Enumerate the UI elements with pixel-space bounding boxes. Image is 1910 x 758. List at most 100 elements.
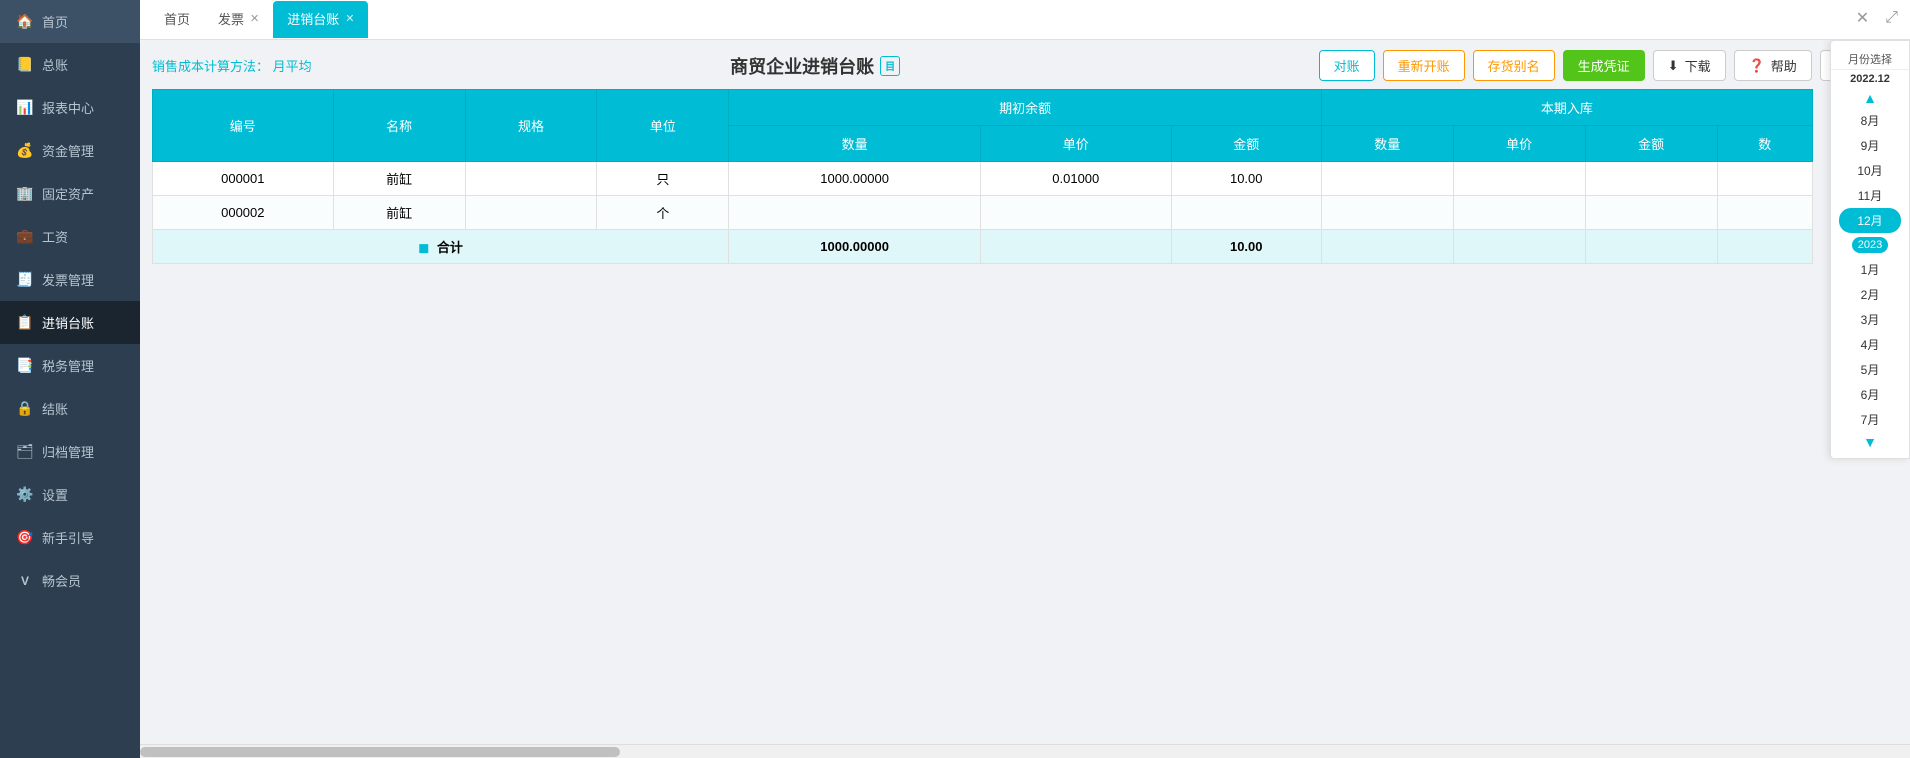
reports-icon: 📊 bbox=[16, 99, 34, 117]
cell-in-qty bbox=[1321, 196, 1453, 230]
cell-init-qty bbox=[729, 196, 981, 230]
col-header-name: 名称 bbox=[333, 90, 465, 162]
cell-unit: 个 bbox=[597, 196, 729, 230]
toolbar-right: 对账 重新开账 存货别名 生成凭证 ⬇ 下载 ❓ 帮助 bbox=[1319, 50, 1898, 81]
reopen-button[interactable]: 重新开账 bbox=[1383, 50, 1465, 81]
sidebar-item-member[interactable]: V 畅会员 bbox=[0, 559, 140, 602]
month-panel-year: 2022.12 bbox=[1831, 70, 1909, 88]
sidebar-item-guide[interactable]: 🎯 新手引导 bbox=[0, 516, 140, 559]
month-panel-title: 月份选择 bbox=[1831, 47, 1909, 70]
cell-id: 000002 bbox=[153, 196, 334, 230]
page-info-icon[interactable]: 目 bbox=[880, 56, 900, 76]
data-table: 编号 名称 规格 单位 期初余额 本期入库 数量 单价 金额 数量 单价 金额 bbox=[152, 89, 1813, 264]
col-header-in-amount: 金额 bbox=[1585, 126, 1717, 162]
month-item-7[interactable]: 7月 bbox=[1831, 407, 1909, 432]
help-button[interactable]: ❓ 帮助 bbox=[1734, 50, 1812, 81]
sidebar-item-assets[interactable]: 🏢 固定资产 bbox=[0, 172, 140, 215]
col-header-in-extra: 数 bbox=[1717, 126, 1812, 162]
tab-purchase-sales-close[interactable]: ✕ bbox=[345, 12, 354, 25]
scrollbar-thumb[interactable] bbox=[140, 747, 620, 757]
tab-invoice-close[interactable]: ✕ bbox=[250, 12, 259, 25]
window-controls: ✕ ⤢ bbox=[1852, 8, 1902, 28]
sidebar-item-archive[interactable]: 🗂 归档管理 bbox=[0, 430, 140, 473]
sidebar: 🏠 首页 📒 总账 📊 报表中心 💰 资金管理 🏢 固定资产 💼 工资 🧾 发票… bbox=[0, 0, 140, 758]
month-scroll-down[interactable]: ▼ bbox=[1831, 432, 1909, 452]
total-init-qty: 1000.00000 bbox=[729, 230, 981, 264]
table-container: 编号 名称 规格 单位 期初余额 本期入库 数量 单价 金额 数量 单价 金额 bbox=[152, 89, 1898, 264]
col-header-init-price: 单价 bbox=[980, 126, 1171, 162]
title-bar: 销售成本计算方法： 月平均 商贸企业进销台账 目 对账 重新开账 存货别名 生成… bbox=[152, 50, 1898, 81]
col-header-period-initial: 期初余额 bbox=[729, 90, 1322, 126]
sidebar-item-invoice-mgmt[interactable]: 🧾 发票管理 bbox=[0, 258, 140, 301]
cell-in-amount bbox=[1585, 162, 1717, 196]
total-init-price bbox=[980, 230, 1171, 264]
maximize-button[interactable]: ⤢ bbox=[1881, 9, 1902, 27]
month-item-11[interactable]: 11月 bbox=[1831, 183, 1909, 208]
salary-icon: 💼 bbox=[16, 228, 34, 246]
save-alias-button[interactable]: 存货别名 bbox=[1473, 50, 1555, 81]
month-panel: 月份选择 2022.12 ▲ 8月 9月 10月 11月 12月 2023 1月… bbox=[1830, 40, 1910, 459]
sidebar-item-salary[interactable]: 💼 工资 bbox=[0, 215, 140, 258]
month-item-8[interactable]: 8月 bbox=[1831, 108, 1909, 133]
sidebar-item-home[interactable]: 🏠 首页 bbox=[0, 0, 140, 43]
close-button[interactable]: ✕ bbox=[1852, 8, 1873, 28]
cost-method: 销售成本计算方法： 月平均 bbox=[152, 56, 312, 75]
sidebar-item-tax[interactable]: 📑 税务管理 bbox=[0, 344, 140, 387]
cell-init-qty: 1000.00000 bbox=[729, 162, 981, 196]
cell-in-extra bbox=[1717, 162, 1812, 196]
purchase-sales-icon: 📋 bbox=[16, 314, 34, 332]
month-item-2[interactable]: 2月 bbox=[1831, 282, 1909, 307]
total-in-qty bbox=[1321, 230, 1453, 264]
page-title: 商贸企业进销台账 目 bbox=[730, 53, 900, 79]
month-item-5[interactable]: 5月 bbox=[1831, 357, 1909, 382]
cell-name: 前缸 bbox=[333, 196, 465, 230]
cell-in-amount bbox=[1585, 196, 1717, 230]
archive-icon: 🗂 bbox=[16, 443, 34, 461]
total-in-amount bbox=[1585, 230, 1717, 264]
month-item-10[interactable]: 10月 bbox=[1831, 158, 1909, 183]
guide-icon: 🎯 bbox=[16, 529, 34, 547]
sidebar-item-funds[interactable]: 💰 资金管理 bbox=[0, 129, 140, 172]
month-item-12[interactable]: 12月 bbox=[1839, 208, 1901, 233]
month-item-3[interactable]: 3月 bbox=[1831, 307, 1909, 332]
invoice-mgmt-icon: 🧾 bbox=[16, 271, 34, 289]
month-item-6[interactable]: 6月 bbox=[1831, 382, 1909, 407]
scrollbar-area[interactable] bbox=[140, 744, 1910, 758]
cell-init-amount bbox=[1171, 196, 1321, 230]
month-item-9[interactable]: 9月 bbox=[1831, 133, 1909, 158]
main-area: ✕ ⤢ 首页 发票 ✕ 进销台账 ✕ 销售成本计算方法： 月平均 商贸企业进销台… bbox=[140, 0, 1910, 758]
tab-bar: 首页 发票 ✕ 进销台账 ✕ bbox=[140, 0, 1910, 40]
tab-invoice[interactable]: 发票 ✕ bbox=[204, 1, 273, 38]
sidebar-item-ledger[interactable]: 📒 总账 bbox=[0, 43, 140, 86]
table-row: 000001 前缸 只 1000.00000 0.01000 10.00 bbox=[153, 162, 1813, 196]
cell-in-price bbox=[1453, 162, 1585, 196]
col-header-in-qty: 数量 bbox=[1321, 126, 1453, 162]
sidebar-item-purchase-sales[interactable]: 📋 进销台账 bbox=[0, 301, 140, 344]
cell-spec bbox=[465, 162, 597, 196]
home-icon: 🏠 bbox=[16, 13, 34, 31]
month-item-1[interactable]: 1月 bbox=[1831, 257, 1909, 282]
col-header-period-inbound: 本期入库 bbox=[1321, 90, 1812, 126]
tab-purchase-sales[interactable]: 进销台账 ✕ bbox=[273, 1, 368, 38]
cell-name: 前缸 bbox=[333, 162, 465, 196]
funds-icon: 💰 bbox=[16, 142, 34, 160]
download-button[interactable]: ⬇ 下载 bbox=[1653, 50, 1726, 81]
sidebar-item-closing[interactable]: 🔒 结账 bbox=[0, 387, 140, 430]
month-scroll-up[interactable]: ▲ bbox=[1831, 88, 1909, 108]
col-header-unit: 单位 bbox=[597, 90, 729, 162]
total-in-price bbox=[1453, 230, 1585, 264]
generate-voucher-button[interactable]: 生成凭证 bbox=[1563, 50, 1645, 81]
closing-icon: 🔒 bbox=[16, 400, 34, 418]
col-header-init-qty: 数量 bbox=[729, 126, 981, 162]
cell-spec bbox=[465, 196, 597, 230]
total-in-extra bbox=[1717, 230, 1812, 264]
tab-home[interactable]: 首页 bbox=[150, 1, 204, 38]
member-icon: V bbox=[16, 572, 34, 590]
cell-init-price bbox=[980, 196, 1171, 230]
reconcile-button[interactable]: 对账 bbox=[1319, 50, 1375, 81]
month-item-4[interactable]: 4月 bbox=[1831, 332, 1909, 357]
tax-icon: 📑 bbox=[16, 357, 34, 375]
table-row: 000002 前缸 个 bbox=[153, 196, 1813, 230]
sidebar-item-reports[interactable]: 📊 报表中心 bbox=[0, 86, 140, 129]
sidebar-item-settings[interactable]: ⚙️ 设置 bbox=[0, 473, 140, 516]
